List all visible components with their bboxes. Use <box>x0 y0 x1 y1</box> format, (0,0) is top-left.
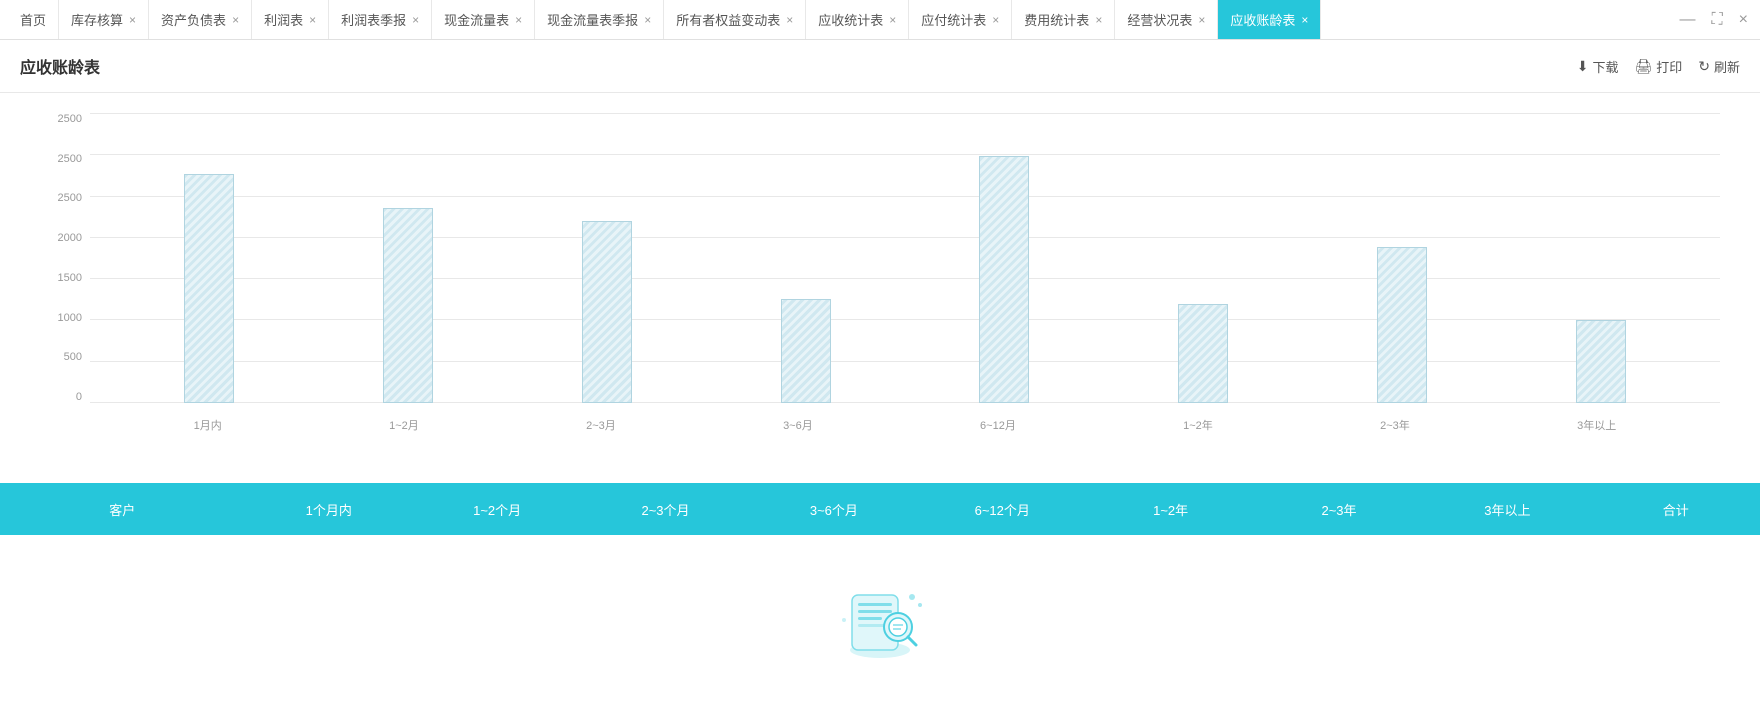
x-label: 1~2月 <box>389 417 419 433</box>
close-tab-inventory[interactable]: × <box>129 13 136 27</box>
bar <box>1576 320 1626 403</box>
bar <box>1178 304 1228 403</box>
refresh-icon: ↻ <box>1698 58 1710 75</box>
x-label: 1月内 <box>194 417 222 433</box>
tab-expenses-stats[interactable]: 费用统计表× <box>1012 0 1115 40</box>
bar-group-1~2月 <box>383 208 433 403</box>
y-label: 1500 <box>58 272 82 284</box>
bar <box>383 208 433 403</box>
y-label: 2000 <box>58 232 82 244</box>
tab-receivables-aging[interactable]: 应收账龄表× <box>1218 0 1321 40</box>
tab-profit[interactable]: 利润表× <box>252 0 329 40</box>
close-tab-profit[interactable]: × <box>309 13 316 27</box>
y-axis: 2500 2500 2500 2000 1500 1000 500 0 <box>40 113 90 403</box>
table-header-cell-3~6个月: 3~6个月 <box>750 500 918 519</box>
download-icon: ⬇ <box>1577 58 1589 75</box>
table-header-cell-1个月内: 1个月内 <box>245 500 413 519</box>
close-tab-expenses-stats[interactable]: × <box>1095 13 1102 27</box>
table-header-cell-客户: 客户 <box>0 500 245 519</box>
tab-receivables-stats[interactable]: 应收统计表× <box>806 0 909 40</box>
y-label: 1000 <box>58 312 82 324</box>
bar-group-1月内 <box>184 174 234 403</box>
close-tab-receivables-stats[interactable]: × <box>889 13 896 27</box>
bar <box>781 299 831 403</box>
download-button[interactable]: ⬇ 下载 <box>1577 57 1619 76</box>
minimize-icon[interactable]: — <box>1675 7 1699 33</box>
print-icon: 🖨 <box>1634 58 1652 75</box>
close-tab-cash-flow[interactable]: × <box>515 13 522 27</box>
page-title: 应收账龄表 <box>20 54 100 78</box>
table-header-cell-1~2年: 1~2年 <box>1086 500 1254 519</box>
refresh-button[interactable]: ↻ 刷新 <box>1698 57 1740 76</box>
close-tab-equity-changes[interactable]: × <box>786 13 793 27</box>
tab-profit-quarterly[interactable]: 利润表季报× <box>329 0 432 40</box>
tab-cash-flow-quarterly[interactable]: 现金流量表季报× <box>535 0 664 40</box>
print-button[interactable]: 🖨 打印 <box>1634 57 1682 76</box>
close-tab-balance-sheet[interactable]: × <box>232 13 239 27</box>
table-header-cell-合计: 合计 <box>1592 500 1760 519</box>
empty-state <box>0 535 1760 695</box>
table-header-cell-2~3年: 2~3年 <box>1255 500 1423 519</box>
bars-container <box>90 113 1720 403</box>
tab-balance-sheet[interactable]: 资产负债表× <box>149 0 252 40</box>
bar <box>184 174 234 403</box>
y-label: 2500 <box>58 153 82 165</box>
tab-equity-changes[interactable]: 所有者权益变动表× <box>664 0 806 40</box>
bar-group-6~12月 <box>979 156 1029 403</box>
y-label: 500 <box>64 351 82 363</box>
chart-body <box>90 113 1720 403</box>
close-tab-payables-stats[interactable]: × <box>992 13 999 27</box>
table-header-cell-3年以上: 3年以上 <box>1423 500 1591 519</box>
bar <box>979 156 1029 403</box>
tab-home[interactable]: 首页 <box>8 0 59 40</box>
y-label: 0 <box>76 391 82 403</box>
maximize-icon[interactable]: ⛶ <box>1707 7 1726 33</box>
tab-operations[interactable]: 经营状况表× <box>1115 0 1218 40</box>
table-header-cell-6~12个月: 6~12个月 <box>918 500 1086 519</box>
bar-group-3~6月 <box>781 299 831 403</box>
page-header: 应收账龄表 ⬇ 下载 🖨 打印 ↻ 刷新 <box>0 40 1760 93</box>
tab-bar-actions: — ⛶ × <box>1675 7 1752 33</box>
header-actions: ⬇ 下载 🖨 打印 ↻ 刷新 <box>1577 57 1740 76</box>
bar-group-1~2年 <box>1178 304 1228 403</box>
close-tab-operations[interactable]: × <box>1198 13 1205 27</box>
bar-group-3年以上 <box>1576 320 1626 403</box>
chart-container: 2500 2500 2500 2000 1500 1000 500 0 1月内 1~2月 2~3月… <box>40 113 1720 433</box>
x-label: 2~3月 <box>586 417 616 433</box>
table-header: 客户1个月内1~2个月2~3个月3~6个月6~12个月1~2年2~3年3年以上合… <box>0 483 1760 535</box>
x-axis: 1月内 1~2月 2~3月 3~6月 6~12月 1~2年 2~3年 3年以上 <box>90 403 1720 433</box>
close-tab-receivables-aging[interactable]: × <box>1301 13 1308 27</box>
x-label: 3年以上 <box>1577 417 1616 433</box>
close-tab-cash-flow-quarterly[interactable]: × <box>644 13 651 27</box>
bar-group-2~3年 <box>1377 247 1427 403</box>
table-header-cell-2~3个月: 2~3个月 <box>581 500 749 519</box>
chart-area: 2500 2500 2500 2000 1500 1000 500 0 1月内 1~2月 2~3月… <box>0 93 1760 483</box>
close-icon[interactable]: × <box>1735 7 1752 33</box>
tab-inventory[interactable]: 库存核算× <box>59 0 149 40</box>
x-label: 1~2年 <box>1183 417 1213 433</box>
tab-payables-stats[interactable]: 应付统计表× <box>909 0 1012 40</box>
close-tab-profit-quarterly[interactable]: × <box>412 13 419 27</box>
tab-bar: 首页 库存核算×资产负债表×利润表×利润表季报×现金流量表×现金流量表季报×所有… <box>0 0 1760 40</box>
bar-group-2~3月 <box>582 221 632 403</box>
empty-icon <box>830 575 930 665</box>
bar <box>582 221 632 403</box>
main-content: 2500 2500 2500 2000 1500 1000 500 0 1月内 1~2月 2~3月… <box>0 93 1760 721</box>
table-header-cell-1~2个月: 1~2个月 <box>413 500 581 519</box>
x-label: 6~12月 <box>980 417 1016 433</box>
x-label: 2~3年 <box>1380 417 1410 433</box>
y-label: 2500 <box>58 192 82 204</box>
x-label: 3~6月 <box>783 417 813 433</box>
bar <box>1377 247 1427 403</box>
tab-cash-flow[interactable]: 现金流量表× <box>432 0 535 40</box>
y-label: 2500 <box>58 113 82 125</box>
